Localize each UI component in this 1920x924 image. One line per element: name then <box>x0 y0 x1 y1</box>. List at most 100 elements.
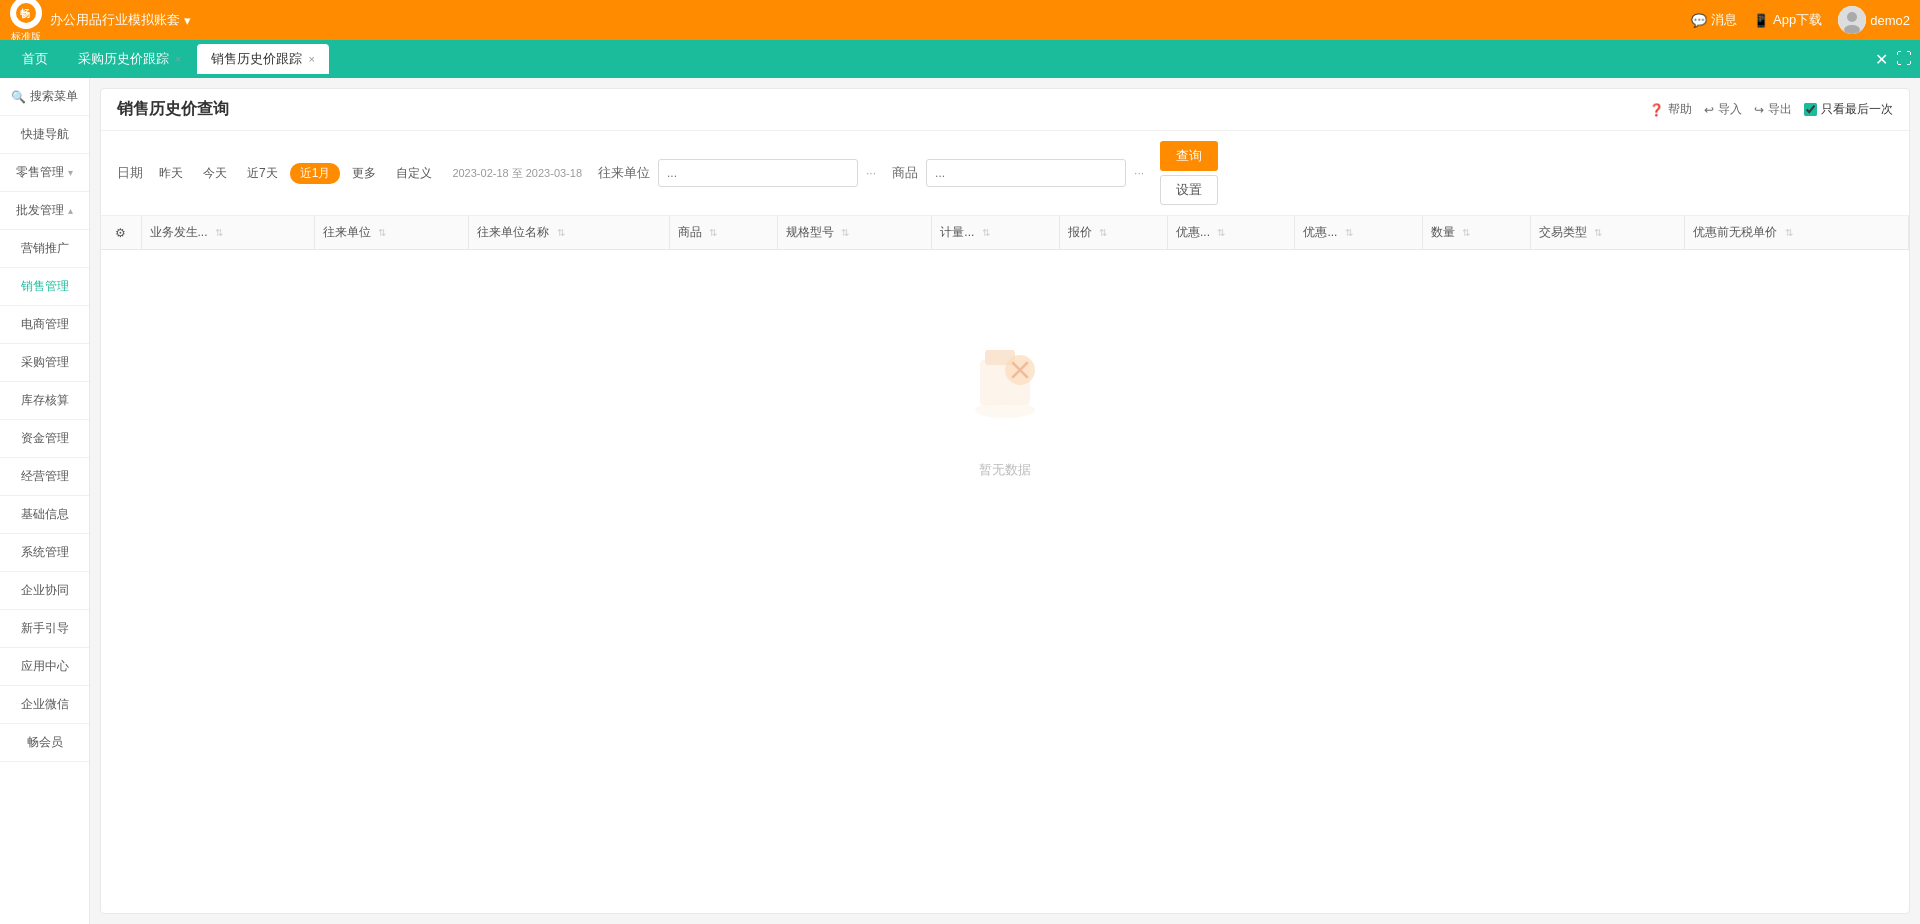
col-pretax-price-label: 优惠前无税单价 <box>1693 225 1777 239</box>
help-button[interactable]: ❓ 帮助 <box>1649 101 1692 118</box>
sidebar-item-ecommerce[interactable]: 电商管理 <box>0 306 89 344</box>
app-selector[interactable]: 办公用品行业模拟账套 ▾ <box>50 11 191 29</box>
filter-bar: 日期 昨天 今天 近7天 近1月 更多 自定义 2023-02-18 至 202… <box>101 131 1909 216</box>
sort-icon-discount2: ⇅ <box>1345 227 1353 238</box>
table-col-product[interactable]: 商品 ⇅ <box>669 216 777 250</box>
tab-purchase-close[interactable]: × <box>175 53 181 65</box>
dropdown-arrow-icon: ▾ <box>184 13 191 28</box>
table-col-pretax-price[interactable]: 优惠前无税单价 ⇅ <box>1685 216 1909 250</box>
table-col-unit[interactable]: 计量... ⇅ <box>932 216 1059 250</box>
maximize-window-button[interactable]: ⛶ <box>1896 50 1912 68</box>
date-opt-today[interactable]: 今天 <box>195 163 235 184</box>
main-layout: 🔍 搜索菜单 快捷导航 零售管理 ▾ 批发管理 ▴ 营销推广 销售管理 电商管理… <box>0 78 1920 924</box>
sidebar-item-operations[interactable]: 经营管理 <box>0 458 89 496</box>
settings-button[interactable]: 设置 <box>1160 175 1218 205</box>
partner-filter-input[interactable] <box>658 159 858 187</box>
date-opt-1month[interactable]: 近1月 <box>290 163 341 184</box>
partner-ellipsis-icon[interactable]: ··· <box>866 166 876 180</box>
tab-bar-actions: ✕ ⛶ <box>1875 50 1912 69</box>
table-col-partner-code[interactable]: 往来单位 ⇅ <box>315 216 469 250</box>
tab-home[interactable]: 首页 <box>8 44 62 74</box>
table-col-spec[interactable]: 规格型号 ⇅ <box>778 216 932 250</box>
table-header: ⚙ 业务发生... ⇅ 往来单位 ⇅ 往来单位名称 <box>101 216 1909 250</box>
export-button[interactable]: ↪ 导出 <box>1754 101 1792 118</box>
empty-illustration <box>955 330 1055 449</box>
query-button[interactable]: 查询 <box>1160 141 1218 171</box>
sidebar-item-system[interactable]: 系统管理 <box>0 534 89 572</box>
sort-icon-biz-date: ⇅ <box>215 227 223 238</box>
help-label: 帮助 <box>1668 101 1692 118</box>
app-download-button[interactable]: 📱 App下载 <box>1753 11 1822 29</box>
sort-icon-spec: ⇅ <box>841 227 849 238</box>
sidebar-item-newbie-guide[interactable]: 新手引导 <box>0 610 89 648</box>
sidebar-item-member[interactable]: 畅会员 <box>0 724 89 762</box>
top-bar-right: 💬 消息 📱 App下载 demo2 <box>1691 6 1910 34</box>
sidebar-item-app-center[interactable]: 应用中心 <box>0 648 89 686</box>
table-col-discount1[interactable]: 优惠... ⇅ <box>1168 216 1295 250</box>
table-col-discount2[interactable]: 优惠... ⇅ <box>1295 216 1422 250</box>
tab-purchase-label: 采购历史价跟踪 <box>78 50 169 68</box>
tab-sales-label: 销售历史价跟踪 <box>211 50 302 68</box>
date-opt-more[interactable]: 更多 <box>344 163 384 184</box>
partner-filter-group: 往来单位 ··· <box>598 159 876 187</box>
sidebar-label-enterprise-wechat: 企业微信 <box>21 696 69 713</box>
page-header-actions: ❓ 帮助 ↩ 导入 ↪ 导出 只看最后一次 <box>1649 101 1893 118</box>
sidebar-label-purchase: 采购管理 <box>21 354 69 371</box>
sidebar-label-basic-info: 基础信息 <box>21 506 69 523</box>
table-col-settings[interactable]: ⚙ <box>101 216 141 250</box>
sidebar-label-sales: 销售管理 <box>21 278 69 295</box>
sidebar-item-sales[interactable]: 销售管理 <box>0 268 89 306</box>
table-col-trade-type[interactable]: 交易类型 ⇅ <box>1531 216 1685 250</box>
table-col-partner-name[interactable]: 往来单位名称 ⇅ <box>469 216 669 250</box>
sidebar-item-basic-info[interactable]: 基础信息 <box>0 496 89 534</box>
date-options: 昨天 今天 近7天 近1月 更多 自定义 <box>151 163 440 184</box>
sidebar-item-retail[interactable]: 零售管理 ▾ <box>0 154 89 192</box>
table-container: ⚙ 业务发生... ⇅ 往来单位 ⇅ 往来单位名称 <box>101 216 1909 559</box>
sort-icon-product: ⇅ <box>709 227 717 238</box>
avatar-svg <box>1838 6 1866 34</box>
sidebar-item-enterprise-collab[interactable]: 企业协同 <box>0 572 89 610</box>
col-unit-label: 计量... <box>940 225 974 239</box>
close-window-button[interactable]: ✕ <box>1875 50 1888 69</box>
table-col-quantity[interactable]: 数量 ⇅ <box>1422 216 1530 250</box>
sidebar-label-member: 畅会员 <box>27 734 63 751</box>
export-label: 导出 <box>1768 101 1792 118</box>
table-col-quote[interactable]: 报价 ⇅ <box>1059 216 1167 250</box>
sort-icon-discount1: ⇅ <box>1217 227 1225 238</box>
brand-logo-svg: 畅 <box>14 1 38 25</box>
tab-purchase-history[interactable]: 采购历史价跟踪 × <box>64 44 195 74</box>
empty-svg <box>955 330 1055 430</box>
tab-sales-history[interactable]: 销售历史价跟踪 × <box>197 44 328 74</box>
sidebar-item-quicknav[interactable]: 快捷导航 <box>0 116 89 154</box>
table-col-biz-date[interactable]: 业务发生... ⇅ <box>141 216 315 250</box>
col-quote-label: 报价 <box>1068 225 1092 239</box>
col-discount2-label: 优惠... <box>1303 225 1337 239</box>
only-last-checkbox[interactable] <box>1804 103 1817 116</box>
sidebar-label-inventory: 库存核算 <box>21 392 69 409</box>
chevron-down-icon-retail: ▾ <box>68 167 73 178</box>
content-area: 销售历史价查询 ❓ 帮助 ↩ 导入 ↪ 导出 <box>90 78 1920 924</box>
user-area[interactable]: demo2 <box>1838 6 1910 34</box>
import-button[interactable]: ↩ 导入 <box>1704 101 1742 118</box>
user-name: demo2 <box>1870 13 1910 28</box>
only-last-checkbox-group: 只看最后一次 <box>1804 101 1893 118</box>
col-partner-code-label: 往来单位 <box>323 225 371 239</box>
product-ellipsis-icon[interactable]: ··· <box>1134 166 1144 180</box>
sidebar-label-system: 系统管理 <box>21 544 69 561</box>
sidebar-item-inventory[interactable]: 库存核算 <box>0 382 89 420</box>
sidebar-label-search: 搜索菜单 <box>30 88 78 105</box>
tab-sales-close[interactable]: × <box>308 53 314 65</box>
product-filter-input[interactable] <box>926 159 1126 187</box>
sidebar-item-purchase[interactable]: 采购管理 <box>0 344 89 382</box>
sidebar-item-search[interactable]: 🔍 搜索菜单 <box>0 78 89 116</box>
date-opt-yesterday[interactable]: 昨天 <box>151 163 191 184</box>
sidebar-item-wholesale[interactable]: 批发管理 ▴ <box>0 192 89 230</box>
date-opt-custom[interactable]: 自定义 <box>388 163 440 184</box>
sidebar-item-marketing[interactable]: 营销推广 <box>0 230 89 268</box>
message-button[interactable]: 💬 消息 <box>1691 11 1737 29</box>
date-opt-7days[interactable]: 近7天 <box>239 163 286 184</box>
sidebar-item-enterprise-wechat[interactable]: 企业微信 <box>0 686 89 724</box>
partner-filter-label: 往来单位 <box>598 164 650 182</box>
sidebar-item-finance[interactable]: 资金管理 <box>0 420 89 458</box>
col-trade-type-label: 交易类型 <box>1539 225 1587 239</box>
